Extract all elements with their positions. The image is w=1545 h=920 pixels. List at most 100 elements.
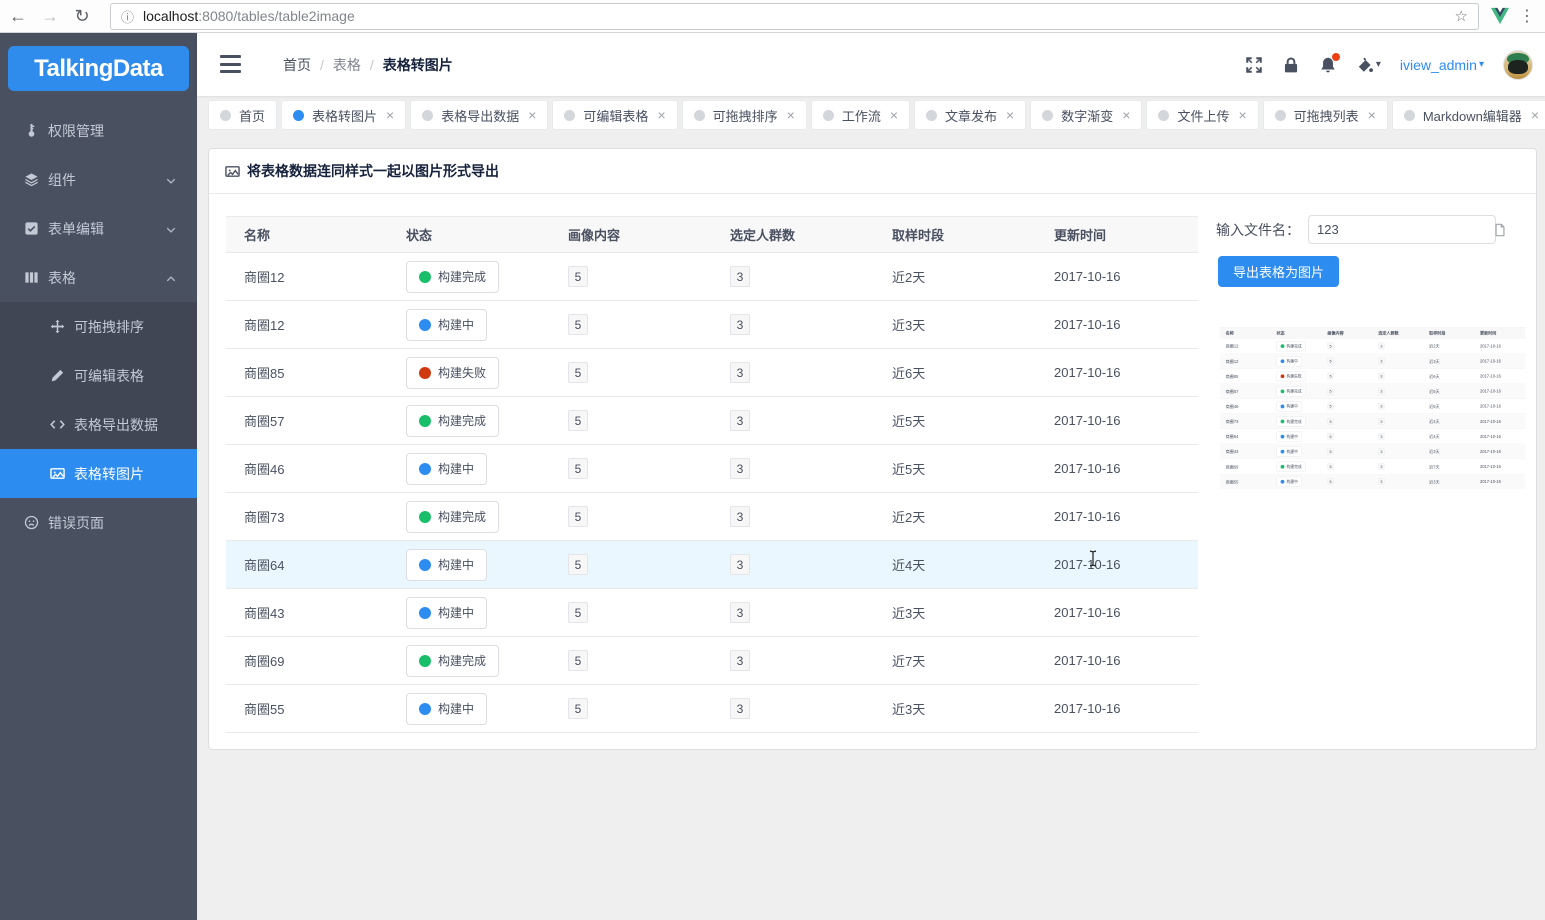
status-button[interactable]: 构建中 [1276,446,1302,457]
status-button[interactable]: 构建完成 [406,500,500,533]
sidebar-item-export-data[interactable]: 表格导出数据 [0,400,197,449]
fullscreen-icon[interactable] [1245,56,1263,74]
cell-people-count: 3 [1378,402,1385,410]
tab-dot [1274,109,1286,121]
cell-period: 近5天 [892,462,926,477]
tab-label: 工作流 [841,108,881,124]
sidebar-item-table2image[interactable]: 表格转图片 [0,449,197,498]
browser-forward-icon[interactable]: → [36,2,64,30]
cell-updated: 2017-10-16 [1479,373,1501,379]
status-button[interactable]: 构建完成 [406,644,500,677]
user-menu[interactable]: iview_admin ▾ [1400,57,1484,73]
tab-number-gradient[interactable]: 数字渐变 × [1030,100,1143,130]
table-row: 商圈12 构建中 5 3 近3天 2017-10-16 [226,301,1198,349]
notification-bell-icon[interactable] [1319,52,1340,74]
close-icon[interactable]: × [1531,108,1539,122]
page-info-icon[interactable]: ⓘ [121,7,134,26]
close-icon[interactable]: × [1368,108,1376,122]
breadcrumb-home[interactable]: 首页 [283,55,311,75]
tab-workflow[interactable]: 工作流 × [810,100,911,130]
app-logo[interactable]: TalkingData [8,46,189,91]
bookmark-star-icon[interactable]: ☆ [1455,7,1468,25]
tab-drag-list[interactable]: 可拖拽列表 × [1262,100,1388,130]
status-button[interactable]: 构建完成 [406,404,500,437]
table-row: 商圈64 构建中 5 3 近4天 2017-10-16 [226,541,1198,589]
status-button[interactable]: 构建完成 [1276,461,1306,472]
sidebar-item-label: 表单编辑 [48,220,104,237]
sidebar-item-drag-sort[interactable]: 可拖拽排序 [0,302,197,351]
table-row: 商圈46 构建中 5 3 近5天 2017-10-16 [226,445,1198,493]
cell-name: 商圈57 [1225,389,1239,394]
vue-devtools-icon[interactable] [1489,7,1511,25]
tab-home[interactable]: 首页 [208,100,278,130]
browser-back-icon[interactable]: ← [4,2,32,30]
close-icon[interactable]: × [386,108,394,122]
close-icon[interactable]: × [657,108,665,122]
close-icon[interactable]: × [890,108,898,122]
sidebar-item-editable-table[interactable]: 可编辑表格 [0,351,197,400]
status-button[interactable]: 构建中 [406,548,488,581]
tab-file-upload[interactable]: 文件上传 × [1146,100,1259,130]
breadcrumb-tables[interactable]: 表格 [333,55,361,75]
cell-updated: 2017-10-16 [1479,388,1501,394]
theme-switch[interactable]: ▾ [1356,56,1381,74]
status-button[interactable]: 构建中 [1276,356,1302,367]
table-image-preview: 名称 状态 画像内容 选定人群数 取样时段 更新时间 商圈12 构建完成 5 3 近2天 2017-1… [1216,323,1528,489]
tab-dot [564,109,576,121]
status-button[interactable]: 构建中 [406,596,488,629]
layers-icon [24,172,39,187]
cell-people-count: 3 [730,410,750,431]
status-button[interactable]: 构建中 [406,692,488,725]
tab-editable-table[interactable]: 可编辑表格 × [552,100,678,130]
filename-input[interactable] [1317,222,1493,237]
sidebar-item-label: 可拖拽排序 [74,318,144,335]
sidebar-item-form-edit[interactable]: 表单编辑 [0,204,197,253]
export-image-button[interactable]: 导出表格为图片 [1218,256,1340,287]
status-button[interactable]: 构建完成 [1276,416,1306,427]
cell-portrait-count: 5 [1327,357,1334,365]
status-button[interactable]: 构建失败 [406,356,500,389]
tab-table2image[interactable]: 表格转图片 × [281,100,407,130]
tab-article-publish[interactable]: 文章发布 × [914,100,1027,130]
close-icon[interactable]: × [1238,108,1246,122]
browser-menu-icon[interactable]: ⋮ [1519,6,1535,26]
cell-period: 近6天 [892,366,926,381]
status-button[interactable]: 构建失败 [1276,371,1306,382]
status-button[interactable]: 构建中 [406,308,488,341]
code-icon [50,417,65,432]
tab-export-data[interactable]: 表格导出数据 × [410,100,549,130]
sidebar-item-components[interactable]: 组件 [0,155,197,204]
status-button[interactable]: 构建完成 [406,260,500,293]
tab-drag-sort[interactable]: 可拖拽排序 × [681,100,807,130]
status-button[interactable]: 构建中 [406,452,488,485]
table-row: 商圈85 构建失败 5 3 近6天 2017-10-16 [1220,368,1526,384]
cell-name: 商圈12 [1225,343,1239,349]
avatar[interactable] [1503,49,1533,80]
menu-toggle-icon[interactable] [220,55,241,73]
close-icon[interactable]: × [1122,108,1130,122]
close-icon[interactable]: × [528,108,536,122]
tab-label: 表格转图片 [312,108,378,124]
status-button[interactable]: 构建中 [1276,401,1302,412]
close-icon[interactable]: × [1006,108,1014,122]
status-button[interactable]: 构建中 [1276,431,1302,442]
cell-period: 近4天 [1429,434,1440,440]
cell-period: 近3天 [892,702,926,717]
sidebar-item-permission[interactable]: 权限管理 [0,106,197,155]
status-button[interactable]: 构建完成 [1276,386,1306,397]
browser-refresh-icon[interactable]: ↻ [68,2,96,30]
sidebar-item-error-pages[interactable]: 错误页面 [0,498,197,547]
close-icon[interactable]: × [787,108,795,122]
sidebar-item-tables[interactable]: 表格 [0,253,197,302]
cell-period: 近3天 [1429,359,1440,364]
address-bar[interactable]: ⓘ localhost:8080/tables/table2image ☆ [110,2,1479,30]
table-row: 商圈12 构建完成 5 3 近2天 2017-10-16 [1220,338,1526,354]
table-row: 商圈69 构建完成 5 3 近7天 2017-10-16 [1220,459,1526,475]
cell-name: 商圈46 [1225,404,1239,409]
status-button[interactable]: 构建完成 [1276,340,1306,352]
cell-portrait-count: 5 [568,698,588,719]
lock-icon[interactable] [1282,56,1300,74]
status-button[interactable]: 构建中 [1276,476,1302,487]
cell-portrait-count: 5 [1327,463,1334,470]
tab-markdown-editor[interactable]: Markdown编辑器 × [1391,100,1545,130]
